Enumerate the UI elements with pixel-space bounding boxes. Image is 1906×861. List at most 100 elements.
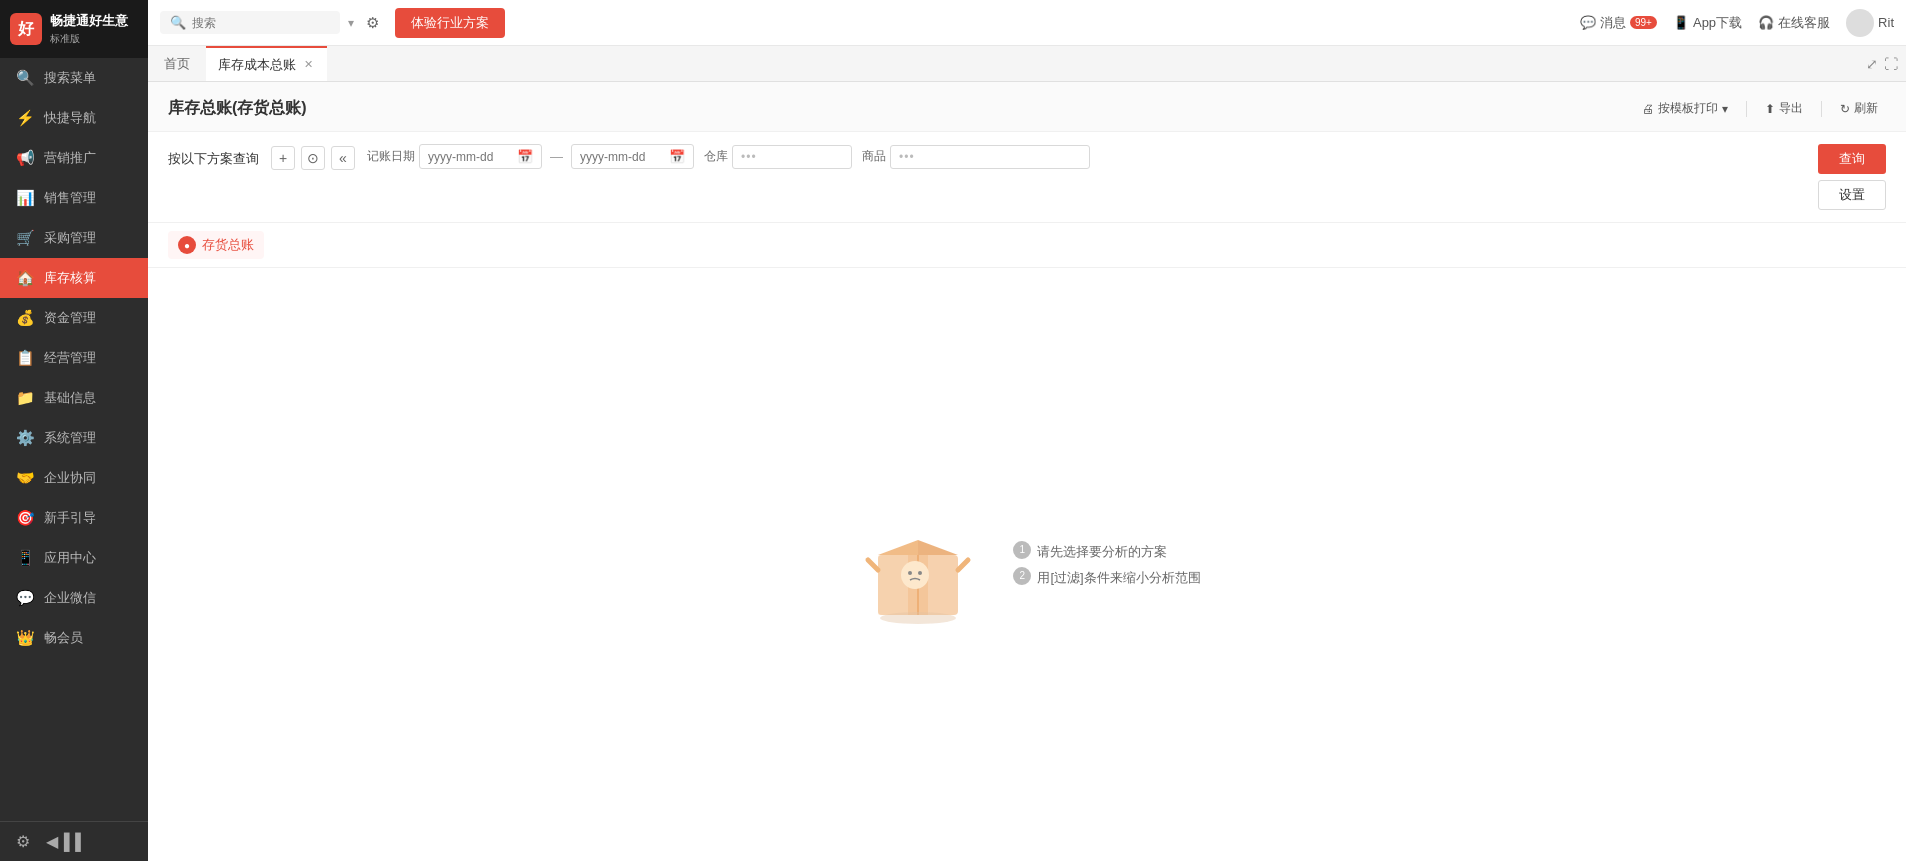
svg-point-6 bbox=[901, 561, 929, 589]
inventory-icon: 🏠 bbox=[16, 269, 34, 287]
app-title: 畅捷通好生意 bbox=[50, 12, 128, 30]
scheme-item[interactable]: ● 存货总账 bbox=[168, 231, 264, 259]
svg-point-11 bbox=[880, 612, 956, 624]
settings-button[interactable]: 设置 bbox=[1818, 180, 1886, 210]
print-button[interactable]: 🖨 按模板打印 ▾ bbox=[1634, 96, 1736, 121]
audio-icon[interactable]: ◀▐▐ bbox=[46, 832, 81, 851]
apps-icon: 📱 bbox=[16, 549, 34, 567]
settings-bottom-icon[interactable]: ⚙ bbox=[16, 832, 30, 851]
filter-actions: 查询 设置 bbox=[1818, 144, 1886, 210]
member-icon: 👑 bbox=[16, 629, 34, 647]
sidebar-bottom: ⚙ ◀▐▐ bbox=[0, 821, 148, 861]
product-select[interactable]: ••• bbox=[890, 145, 1090, 169]
calendar-from-icon[interactable]: 📅 bbox=[517, 149, 533, 164]
sidebar-item-shortcut[interactable]: ⚡ 快捷导航 bbox=[0, 98, 148, 138]
empty-text: 1 请先选择要分析的方案 2 用[过滤]条件来缩小分析范围 bbox=[1013, 539, 1200, 591]
filter-settings-button[interactable]: ⊙ bbox=[301, 146, 325, 170]
system-icon: ⚙️ bbox=[16, 429, 34, 447]
svg-line-9 bbox=[868, 560, 878, 570]
divider bbox=[1746, 101, 1747, 117]
search-dropdown-icon[interactable]: ▾ bbox=[348, 16, 354, 30]
print-dropdown-icon: ▾ bbox=[1722, 102, 1728, 116]
message-icon: 💬 bbox=[1580, 15, 1596, 30]
purchase-icon: 🛒 bbox=[16, 229, 34, 247]
calendar-to-icon[interactable]: 📅 bbox=[669, 149, 685, 164]
empty-hint-2: 2 用[过滤]条件来缩小分析范围 bbox=[1013, 565, 1200, 591]
wechat-icon: 💬 bbox=[16, 589, 34, 607]
filter-label: 按以下方案查询 bbox=[168, 144, 259, 168]
empty-hint-1: 1 请先选择要分析的方案 bbox=[1013, 539, 1200, 565]
message-item[interactable]: 💬 消息 99+ bbox=[1580, 14, 1657, 32]
sidebar-item-operations[interactable]: 📋 经营管理 bbox=[0, 338, 148, 378]
finance-icon: 💰 bbox=[16, 309, 34, 327]
sidebar-item-guide[interactable]: 🎯 新手引导 bbox=[0, 498, 148, 538]
date-to-field[interactable] bbox=[580, 150, 665, 164]
sidebar-item-finance[interactable]: 💰 资金管理 bbox=[0, 298, 148, 338]
enterprise-icon: 🤝 bbox=[16, 469, 34, 487]
tab-close-icon[interactable]: ✕ bbox=[302, 56, 315, 73]
search-box[interactable]: 🔍 bbox=[160, 11, 340, 34]
export-button[interactable]: ⬆ 导出 bbox=[1757, 96, 1811, 121]
sidebar-item-search[interactable]: 🔍 搜索菜单 bbox=[0, 58, 148, 98]
operations-icon: 📋 bbox=[16, 349, 34, 367]
date-label: 记账日期 bbox=[367, 148, 415, 165]
date-from-field[interactable] bbox=[428, 150, 513, 164]
basic-icon: 📁 bbox=[16, 389, 34, 407]
app-badge: 标准版 bbox=[50, 32, 128, 46]
sidebar-item-enterprise[interactable]: 🤝 企业协同 bbox=[0, 458, 148, 498]
sidebar-item-system[interactable]: ⚙️ 系统管理 bbox=[0, 418, 148, 458]
warehouse-label: 仓库 bbox=[704, 148, 728, 165]
sidebar-nav: 🔍 搜索菜单 ⚡ 快捷导航 📢 营销推广 📊 销售管理 🛒 采购管理 🏠 库存核… bbox=[0, 58, 148, 821]
page-content: 库存总账(存货总账) 🖨 按模板打印 ▾ ⬆ 导出 ↻ 刷新 bbox=[148, 82, 1906, 861]
trial-button[interactable]: 体验行业方案 bbox=[395, 8, 505, 38]
product-filter-group: 商品 ••• bbox=[862, 145, 1090, 169]
topbar-right: 💬 消息 99+ 📱 App下载 🎧 在线客服 Rit bbox=[1580, 9, 1894, 37]
scheme-name: 存货总账 bbox=[202, 236, 254, 254]
settings-icon[interactable]: ⚙ bbox=[362, 10, 383, 36]
tab-inventory-ledger[interactable]: 库存成本总账 ✕ bbox=[206, 46, 327, 81]
collapse-filter-button[interactable]: « bbox=[331, 146, 355, 170]
filter-controls: 记账日期 📅 — 📅 仓库 ••• bbox=[367, 144, 1806, 169]
divider2 bbox=[1821, 101, 1822, 117]
app-download-item[interactable]: 📱 App下载 bbox=[1673, 14, 1742, 32]
header-actions: 🖨 按模板打印 ▾ ⬆ 导出 ↻ 刷新 bbox=[1634, 96, 1886, 121]
empty-illustration bbox=[853, 500, 983, 630]
sidebar-item-member[interactable]: 👑 畅会员 bbox=[0, 618, 148, 658]
topbar: 🔍 ▾ ⚙ 体验行业方案 💬 消息 99+ 📱 App下载 🎧 在线客服 Rit bbox=[148, 0, 1906, 46]
username: Rit bbox=[1878, 15, 1894, 30]
sidebar-item-apps[interactable]: 📱 应用中心 bbox=[0, 538, 148, 578]
tab-resize-icon[interactable]: ⤢ bbox=[1866, 56, 1878, 72]
svg-marker-2 bbox=[918, 540, 958, 555]
product-label: 商品 bbox=[862, 148, 886, 165]
filter-bar: 按以下方案查询 + ⊙ « 记账日期 📅 — 📅 bbox=[148, 132, 1906, 223]
scheme-panel: ● 存货总账 bbox=[148, 223, 1906, 268]
sales-icon: 📊 bbox=[16, 189, 34, 207]
warehouse-filter-group: 仓库 ••• bbox=[704, 145, 852, 169]
sidebar-item-purchase[interactable]: 🛒 采购管理 bbox=[0, 218, 148, 258]
sidebar-item-wechat[interactable]: 💬 企业微信 bbox=[0, 578, 148, 618]
tab-home[interactable]: 首页 bbox=[148, 46, 206, 81]
refresh-button[interactable]: ↻ 刷新 bbox=[1832, 96, 1886, 121]
sidebar-item-basic[interactable]: 📁 基础信息 bbox=[0, 378, 148, 418]
guide-icon: 🎯 bbox=[16, 509, 34, 527]
search-input[interactable] bbox=[192, 16, 312, 30]
query-button[interactable]: 查询 bbox=[1818, 144, 1886, 174]
warehouse-select[interactable]: ••• bbox=[732, 145, 852, 169]
empty-state: 1 请先选择要分析的方案 2 用[过滤]条件来缩小分析范围 bbox=[148, 268, 1906, 861]
date-to-input[interactable]: 📅 bbox=[571, 144, 694, 169]
user-profile[interactable]: Rit bbox=[1846, 9, 1894, 37]
svg-line-10 bbox=[958, 560, 968, 570]
tab-expand-icon[interactable]: ⛶ bbox=[1884, 56, 1898, 72]
add-filter-button[interactable]: + bbox=[271, 146, 295, 170]
tabs-right-actions: ⤢ ⛶ bbox=[1866, 56, 1906, 72]
tab-bar: 首页 库存成本总账 ✕ ⤢ ⛶ bbox=[148, 46, 1906, 82]
sidebar-item-marketing[interactable]: 📢 营销推广 bbox=[0, 138, 148, 178]
sidebar-item-sales[interactable]: 📊 销售管理 bbox=[0, 178, 148, 218]
empty-box-svg bbox=[853, 500, 983, 630]
date-from-input[interactable]: 📅 bbox=[419, 144, 542, 169]
main-area: 🔍 ▾ ⚙ 体验行业方案 💬 消息 99+ 📱 App下载 🎧 在线客服 Rit bbox=[148, 0, 1906, 861]
scheme-icon: ● bbox=[178, 236, 196, 254]
online-service-item[interactable]: 🎧 在线客服 bbox=[1758, 14, 1830, 32]
page-header: 库存总账(存货总账) 🖨 按模板打印 ▾ ⬆ 导出 ↻ 刷新 bbox=[148, 82, 1906, 132]
sidebar-item-inventory[interactable]: 🏠 库存核算 bbox=[0, 258, 148, 298]
